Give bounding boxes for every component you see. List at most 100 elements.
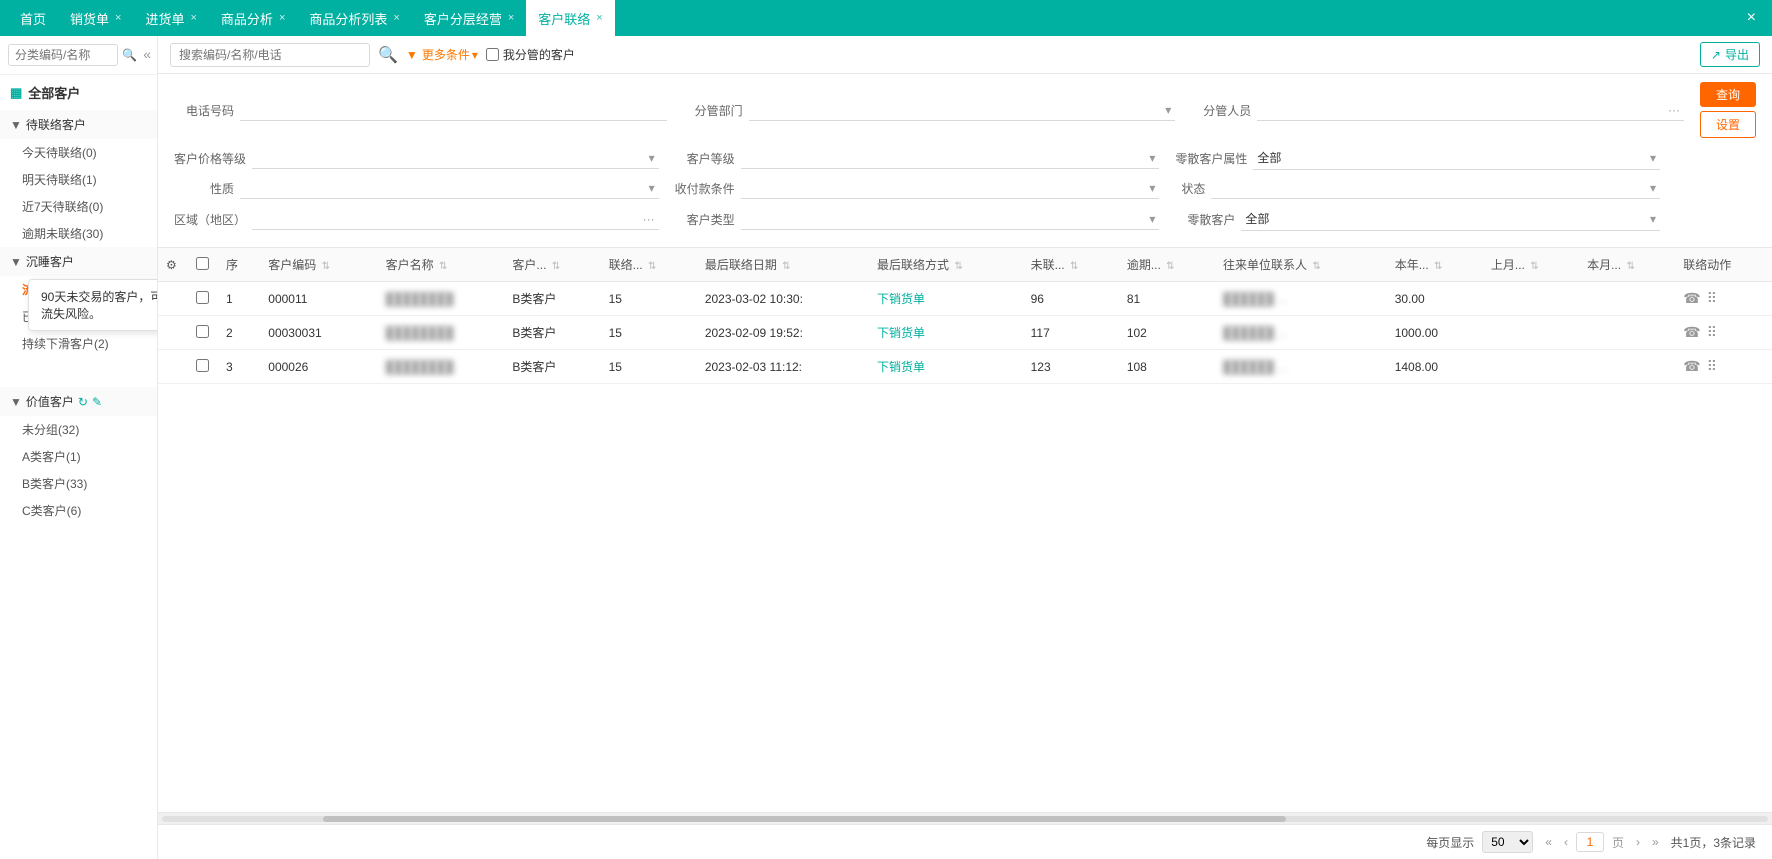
sidebar-group-pending-title[interactable]: ▼ 待联络客户 — [0, 110, 157, 139]
col-type[interactable]: 客户... ⇅ — [504, 248, 600, 282]
col-overdue[interactable]: 逾期... ⇅ — [1119, 248, 1215, 282]
col-last-month[interactable]: 上月... ⇅ — [1483, 248, 1579, 282]
tab-sales[interactable]: 销货单 × — [58, 0, 133, 36]
col-year[interactable]: 本年... ⇅ — [1387, 248, 1483, 282]
sidebar-search-input[interactable] — [8, 44, 118, 66]
main-search-button[interactable]: 🔍 — [378, 45, 398, 65]
close-tab-customer-layer[interactable]: × — [508, 12, 514, 24]
tab-product-list[interactable]: 商品分析列表 × — [297, 0, 411, 36]
close-tab-customer-contact[interactable]: × — [596, 12, 602, 24]
select-all-checkbox[interactable] — [196, 257, 209, 270]
more-actions-icon[interactable]: ⠿ — [1707, 358, 1717, 375]
col-code[interactable]: 客户编码 ⇅ — [260, 248, 377, 282]
prev-page-button[interactable]: ‹ — [1560, 833, 1572, 851]
filter-nature-select[interactable]: ▾ — [240, 178, 659, 199]
filter-dept-select[interactable]: ▾ — [749, 100, 1176, 121]
filter-customer-level-select[interactable]: ▾ — [741, 148, 1160, 169]
col-contact[interactable]: 联络... ⇅ — [601, 248, 697, 282]
sidebar-item-overdue[interactable]: 逾期未联络(30) — [0, 220, 157, 247]
sidebar-group-value-title[interactable]: ▼ 价值客户 ↻ ✎ — [0, 387, 157, 416]
row-select-checkbox[interactable] — [196, 325, 209, 338]
filter-dept-label: 分管部门 — [683, 102, 743, 119]
filter-row-1: 电话号码 分管部门 ▾ 分管人员 ··· — [174, 82, 1756, 138]
filter-status-select[interactable]: ▾ — [1211, 178, 1660, 199]
first-page-button[interactable]: « — [1541, 833, 1556, 851]
row-select-checkbox[interactable] — [196, 291, 209, 304]
sidebar-item-b-class[interactable]: B类客户(33) — [0, 470, 157, 497]
edit-icon[interactable]: ✎ — [92, 395, 102, 409]
sidebar-item-ungrouped[interactable]: 未分组(32) — [0, 416, 157, 443]
sidebar-item-c-class[interactable]: C类客户(6) — [0, 497, 157, 524]
sidebar-item-tomorrow[interactable]: 明天待联络(1) — [0, 166, 157, 193]
col-last-date[interactable]: 最后联络日期 ⇅ — [697, 248, 869, 282]
contact-icon[interactable]: ☎ — [1683, 324, 1700, 341]
tab-product-analysis[interactable]: 商品分析 × — [209, 0, 297, 36]
per-page-label: 每页显示 — [1426, 834, 1474, 851]
contact-method-link[interactable]: 下销货单 — [877, 360, 925, 374]
col-name[interactable]: 客户名称 ⇅ — [378, 248, 505, 282]
row-contact: 15 — [601, 282, 697, 316]
row-type: B类客户 — [504, 316, 600, 350]
row-last-method: 下销货单 — [869, 316, 1023, 350]
sort-icon-lmonth: ⇅ — [1530, 261, 1538, 272]
tab-purchase[interactable]: 进货单 × — [133, 0, 208, 36]
more-actions-icon[interactable]: ⠿ — [1707, 290, 1717, 307]
close-all-button[interactable]: × — [1739, 9, 1764, 27]
filter-phone-input[interactable] — [240, 100, 667, 121]
tab-customer-layer[interactable]: 客户分层经营 × — [412, 0, 526, 36]
scroll-thumb[interactable] — [323, 816, 1287, 822]
contact-method-link[interactable]: 下销货单 — [877, 292, 925, 306]
row-gear — [158, 282, 188, 316]
filter-customer-type-select[interactable]: ▾ — [741, 209, 1160, 230]
tab-home[interactable]: 首页 — [8, 0, 58, 36]
more-conditions-button[interactable]: ▼ 更多条件 ▾ — [406, 46, 478, 63]
horizontal-scrollbar[interactable] — [158, 812, 1772, 824]
refresh-icon[interactable]: ↻ — [78, 395, 88, 409]
contact-icon[interactable]: ☎ — [1683, 290, 1700, 307]
sort-icon-overdue: ⇅ — [1166, 261, 1174, 272]
sidebar-item-7days[interactable]: 近7天待联络(0) — [0, 193, 157, 220]
sidebar-group-dormant-title[interactable]: ▼ 沉睡客户 — [0, 247, 157, 276]
close-tab-purchase[interactable]: × — [190, 12, 196, 24]
contact-icon[interactable]: ☎ — [1683, 358, 1700, 375]
close-tab-sales[interactable]: × — [115, 12, 121, 24]
row-last-month — [1483, 316, 1579, 350]
more-actions-icon[interactable]: ⠿ — [1707, 324, 1717, 341]
col-last-method[interactable]: 最后联络方式 ⇅ — [869, 248, 1023, 282]
filter-retail-attr-select[interactable]: 全部 ▾ — [1253, 146, 1660, 170]
filter-row-2: 客户价格等级 ▾ 客户等级 ▾ 零散客户属性 全部 — [174, 146, 1756, 170]
filter-retail-customer-label: 零散客户 — [1175, 211, 1235, 228]
filter-manager: 分管人员 ··· — [1191, 100, 1684, 121]
export-button[interactable]: ↗ 导出 — [1700, 42, 1760, 67]
sidebar-item-declining[interactable]: 持续下滑客户(2) — [0, 330, 157, 357]
sidebar-collapse-button[interactable]: « — [143, 46, 151, 62]
filter-price-select[interactable]: ▾ — [252, 148, 659, 169]
settings-button[interactable]: 设置 — [1700, 111, 1756, 138]
my-customers-checkbox[interactable] — [486, 48, 499, 61]
main-search-input[interactable] — [170, 43, 370, 67]
close-tab-product-analysis[interactable]: × — [279, 12, 285, 24]
contact-method-link[interactable]: 下销货单 — [877, 326, 925, 340]
my-customers-filter[interactable]: 我分管的客户 — [486, 46, 575, 63]
sidebar-item-a-class[interactable]: A类客户(1) — [0, 443, 157, 470]
arrow-icon-dormant: ▼ — [10, 255, 22, 269]
region-dots-button[interactable]: ··· — [643, 212, 655, 226]
sidebar-all-customers[interactable]: ▦ 全部客户 — [0, 75, 157, 110]
col-unlink[interactable]: 未联... ⇅ — [1023, 248, 1119, 282]
tab-customer-contact[interactable]: 客户联络 × — [526, 0, 614, 36]
query-button[interactable]: 查询 — [1700, 82, 1756, 107]
sidebar-search-icon[interactable]: 🔍 — [122, 48, 137, 62]
sidebar-item-today[interactable]: 今天待联络(0) — [0, 139, 157, 166]
filter-payment-select[interactable]: ▾ — [741, 178, 1160, 199]
settings-icon[interactable]: ⚙ — [166, 258, 177, 272]
per-page-select[interactable]: 50 100 200 — [1482, 831, 1533, 853]
manager-dots-button[interactable]: ··· — [1668, 103, 1680, 117]
export-icon: ↗ — [1711, 48, 1721, 62]
filter-retail-customer-select[interactable]: 全部 ▾ — [1241, 207, 1660, 231]
close-tab-product-list[interactable]: × — [393, 12, 399, 24]
col-this-month[interactable]: 本月... ⇅ — [1579, 248, 1675, 282]
last-page-button[interactable]: » — [1648, 833, 1663, 851]
next-page-button[interactable]: › — [1632, 833, 1644, 851]
col-contact-person[interactable]: 往来单位联系人 ⇅ — [1215, 248, 1387, 282]
row-select-checkbox[interactable] — [196, 359, 209, 372]
